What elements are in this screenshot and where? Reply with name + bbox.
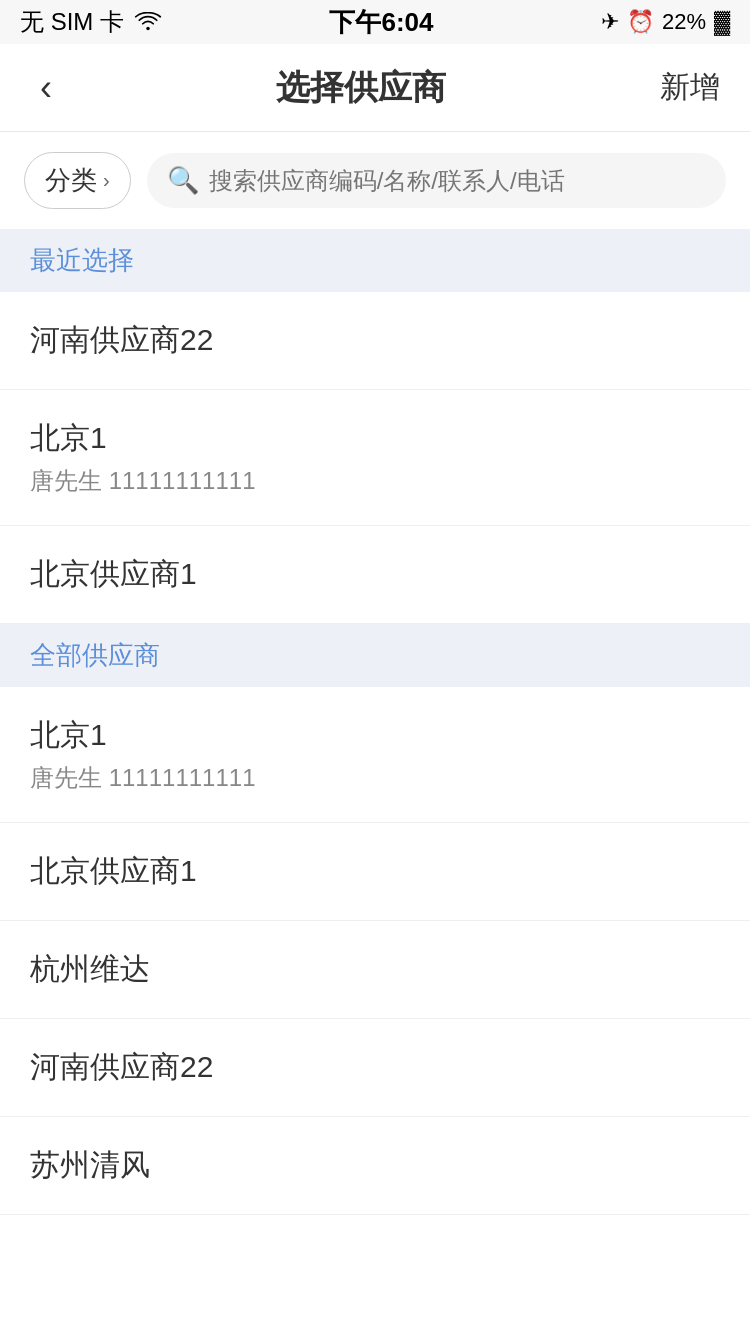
item-sub: 唐先生 11111111111	[30, 465, 720, 497]
item-name: 杭州维达	[30, 949, 720, 990]
category-button[interactable]: 分类 ›	[24, 152, 131, 209]
item-name: 北京供应商1	[30, 851, 720, 892]
page-title: 选择供应商	[276, 65, 446, 111]
nav-bar: ‹ 选择供应商 新增	[0, 44, 750, 132]
all-section-header: 全部供应商	[0, 624, 750, 687]
item-name: 河南供应商22	[30, 1047, 720, 1088]
all-items-list: 北京1 唐先生 11111111111 北京供应商1 杭州维达河南供应商22 苏州清风	[0, 687, 750, 1215]
item-name: 北京1	[30, 715, 720, 756]
item-name: 河南供应商22	[30, 320, 720, 361]
list-item[interactable]: 北京供应商1	[0, 526, 750, 624]
search-icon: 🔍	[167, 165, 199, 196]
location-icon: ✈	[601, 9, 619, 35]
sim-status: 无 SIM 卡	[20, 6, 124, 38]
list-item[interactable]: 苏州清风	[0, 1117, 750, 1215]
list-item[interactable]: 北京1 唐先生 11111111111	[0, 390, 750, 526]
wifi-icon	[134, 12, 162, 32]
battery-icon: ▓	[714, 9, 730, 35]
item-name: 北京供应商1	[30, 554, 720, 595]
status-time: 下午6:04	[329, 5, 433, 40]
list-item[interactable]: 河南供应商22	[0, 1019, 750, 1117]
back-button[interactable]: ‹	[30, 57, 62, 119]
status-right: ✈ ⏰ 22% ▓	[601, 9, 730, 35]
add-button[interactable]: 新增	[660, 67, 720, 108]
list-item[interactable]: 北京1 唐先生 11111111111	[0, 687, 750, 823]
recent-items-list: 河南供应商22 北京1 唐先生 11111111111 北京供应商1	[0, 292, 750, 624]
search-input[interactable]	[209, 167, 706, 195]
item-sub: 唐先生 11111111111	[30, 762, 720, 794]
list-item[interactable]: 北京供应商1	[0, 823, 750, 921]
alarm-icon: ⏰	[627, 9, 654, 35]
status-bar: 无 SIM 卡 下午6:04 ✈ ⏰ 22% ▓	[0, 0, 750, 44]
category-label: 分类	[45, 163, 97, 198]
search-box[interactable]: 🔍	[147, 153, 726, 208]
filter-row: 分类 › 🔍	[0, 132, 750, 229]
item-name: 苏州清风	[30, 1145, 720, 1186]
all-section-label: 全部供应商	[30, 640, 160, 670]
recent-section-header: 最近选择	[0, 229, 750, 292]
chevron-right-icon: ›	[103, 169, 110, 192]
item-name: 北京1	[30, 418, 720, 459]
recent-section-label: 最近选择	[30, 245, 134, 275]
battery-percent: 22%	[662, 9, 706, 35]
status-left: 无 SIM 卡	[20, 6, 162, 38]
list-item[interactable]: 河南供应商22	[0, 292, 750, 390]
list-item[interactable]: 杭州维达	[0, 921, 750, 1019]
